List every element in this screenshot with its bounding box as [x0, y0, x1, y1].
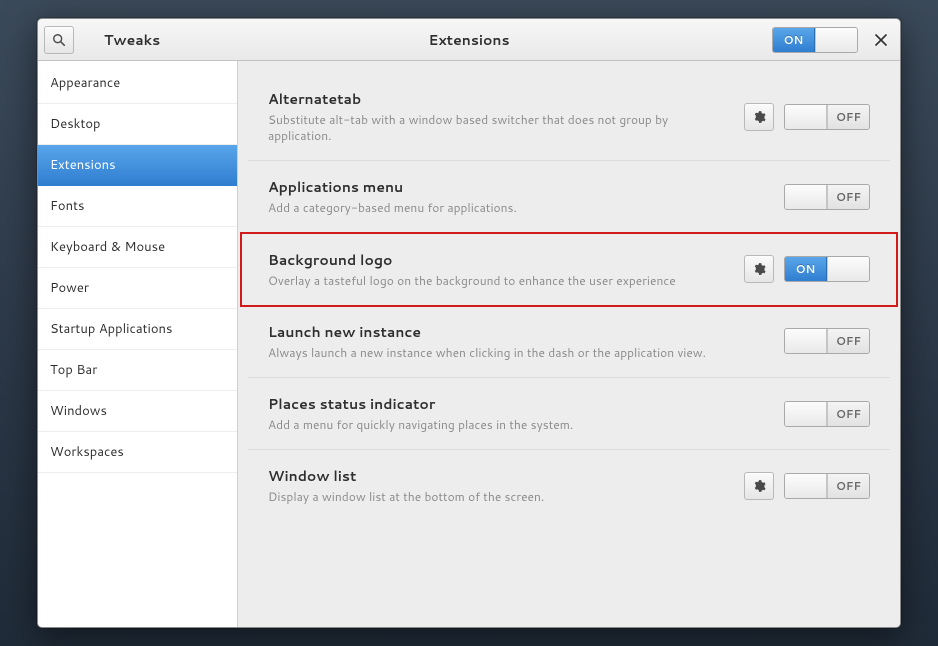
sidebar-item-label: Power	[50, 279, 89, 297]
extension-controls: ONOFF	[784, 401, 870, 427]
search-icon	[52, 33, 66, 47]
sidebar-item-label: Desktop	[50, 115, 101, 133]
extensions-panel: Alternatetab Substitute alt-tab with a wi…	[238, 61, 900, 627]
sidebar-item-keyboard-mouse[interactable]: Keyboard & Mouse	[38, 227, 237, 268]
toggle-on-label: ON	[773, 28, 815, 52]
sidebar-item-label: Extensions	[50, 156, 116, 174]
extension-info: Places status indicator Add a menu for qu…	[268, 394, 784, 433]
toggle-off-label: OFF	[827, 105, 869, 129]
page-title: Extensions	[428, 30, 509, 50]
sidebar-item-label: Appearance	[50, 74, 120, 92]
sidebar-item-label: Top Bar	[50, 361, 97, 379]
extension-title: Alternatetab	[268, 89, 732, 109]
desktop-background: Tweaks Extensions ON OFF	[0, 0, 938, 646]
sidebar-item-label: Workspaces	[50, 443, 124, 461]
sidebar-item-extensions[interactable]: Extensions	[38, 145, 237, 186]
toggle-on-label: ON	[785, 329, 827, 353]
sidebar-item-windows[interactable]: Windows	[38, 391, 237, 432]
tweaks-window: Tweaks Extensions ON OFF	[37, 18, 901, 628]
extension-settings-button[interactable]	[744, 255, 774, 283]
gear-icon	[752, 110, 766, 124]
extension-info: Alternatetab Substitute alt-tab with a wi…	[268, 89, 744, 144]
gear-icon	[752, 262, 766, 276]
extension-info: Launch new instance Always launch a new i…	[268, 322, 784, 361]
extension-info: Window list Display a window list at the …	[268, 466, 744, 505]
toggle-on-label: ON	[785, 474, 827, 498]
extension-settings-button[interactable]	[744, 103, 774, 131]
extension-toggle[interactable]: ONOFF	[784, 256, 870, 282]
extension-title: Applications menu	[268, 177, 772, 197]
titlebar: Tweaks Extensions ON OFF	[38, 19, 900, 61]
toggle-off-label: OFF	[827, 474, 869, 498]
extension-toggle[interactable]: ONOFF	[784, 328, 870, 354]
toggle-off-label: OFF	[827, 402, 869, 426]
toggle-off-label: OFF	[827, 329, 869, 353]
close-icon	[875, 34, 887, 46]
extension-row-background-logo: Background logo Overlay a tasteful logo o…	[248, 234, 890, 306]
sidebar-item-label: Startup Applications	[50, 320, 172, 338]
extension-toggle[interactable]: ONOFF	[784, 401, 870, 427]
toggle-off-label: OFF	[815, 28, 857, 52]
extension-toggle[interactable]: ONOFF	[784, 184, 870, 210]
extension-title: Launch new instance	[268, 322, 772, 342]
extension-row-launch-new-instance: Launch new instance Always launch a new i…	[248, 306, 890, 378]
sidebar: Appearance Desktop Extensions Fonts Keyboard…	[38, 61, 238, 627]
extension-description: Add a category-based menu for applicatio…	[268, 200, 772, 216]
close-button[interactable]	[868, 27, 894, 53]
extension-controls: ONOFF	[744, 103, 870, 131]
search-button[interactable]	[44, 26, 74, 54]
toggle-on-label: ON	[785, 402, 827, 426]
extension-row-applications-menu: Applications menu Add a category-based me…	[248, 161, 890, 233]
extension-description: Substitute alt-tab with a window based s…	[268, 112, 732, 144]
sidebar-item-power[interactable]: Power	[38, 268, 237, 309]
extension-description: Add a menu for quickly navigating places…	[268, 417, 772, 433]
window-body: Appearance Desktop Extensions Fonts Keyboard…	[38, 61, 900, 627]
extension-settings-button[interactable]	[744, 472, 774, 500]
extension-title: Background logo	[268, 250, 732, 270]
extension-toggle[interactable]: ONOFF	[784, 473, 870, 499]
extension-description: Always launch a new instance when clicki…	[268, 345, 772, 361]
titlebar-left: Tweaks	[38, 26, 238, 54]
sidebar-item-label: Windows	[50, 402, 107, 420]
extension-controls: ONOFF	[744, 472, 870, 500]
master-extensions-toggle[interactable]: ON OFF	[772, 27, 858, 53]
extension-controls: ONOFF	[784, 328, 870, 354]
extension-title: Places status indicator	[268, 394, 772, 414]
sidebar-item-workspaces[interactable]: Workspaces	[38, 432, 237, 473]
extension-row-alternatetab: Alternatetab Substitute alt-tab with a wi…	[248, 73, 890, 161]
toggle-on-label: ON	[785, 257, 827, 281]
extension-description: Overlay a tasteful logo on the backgroun…	[268, 273, 732, 289]
sidebar-item-desktop[interactable]: Desktop	[38, 104, 237, 145]
sidebar-item-label: Fonts	[50, 197, 84, 215]
gear-icon	[752, 479, 766, 493]
toggle-off-label: OFF	[827, 185, 869, 209]
extension-row-places-status-indicator: Places status indicator Add a menu for qu…	[248, 378, 890, 450]
extension-title: Window list	[268, 466, 732, 486]
extension-info: Background logo Overlay a tasteful logo o…	[268, 250, 744, 289]
toggle-off-label: OFF	[827, 257, 869, 281]
toggle-on-label: ON	[785, 185, 827, 209]
extension-controls: ONOFF	[744, 255, 870, 283]
sidebar-item-label: Keyboard & Mouse	[50, 238, 165, 256]
titlebar-right: ON OFF	[772, 27, 900, 53]
sidebar-item-appearance[interactable]: Appearance	[38, 63, 237, 104]
extension-description: Display a window list at the bottom of t…	[268, 489, 732, 505]
extension-controls: ONOFF	[784, 184, 870, 210]
toggle-on-label: ON	[785, 105, 827, 129]
extension-info: Applications menu Add a category-based me…	[268, 177, 784, 216]
sidebar-item-fonts[interactable]: Fonts	[38, 186, 237, 227]
sidebar-item-top-bar[interactable]: Top Bar	[38, 350, 237, 391]
sidebar-item-startup-applications[interactable]: Startup Applications	[38, 309, 237, 350]
extension-row-window-list: Window list Display a window list at the …	[248, 450, 890, 521]
extension-toggle[interactable]: ONOFF	[784, 104, 870, 130]
app-title: Tweaks	[104, 30, 160, 50]
